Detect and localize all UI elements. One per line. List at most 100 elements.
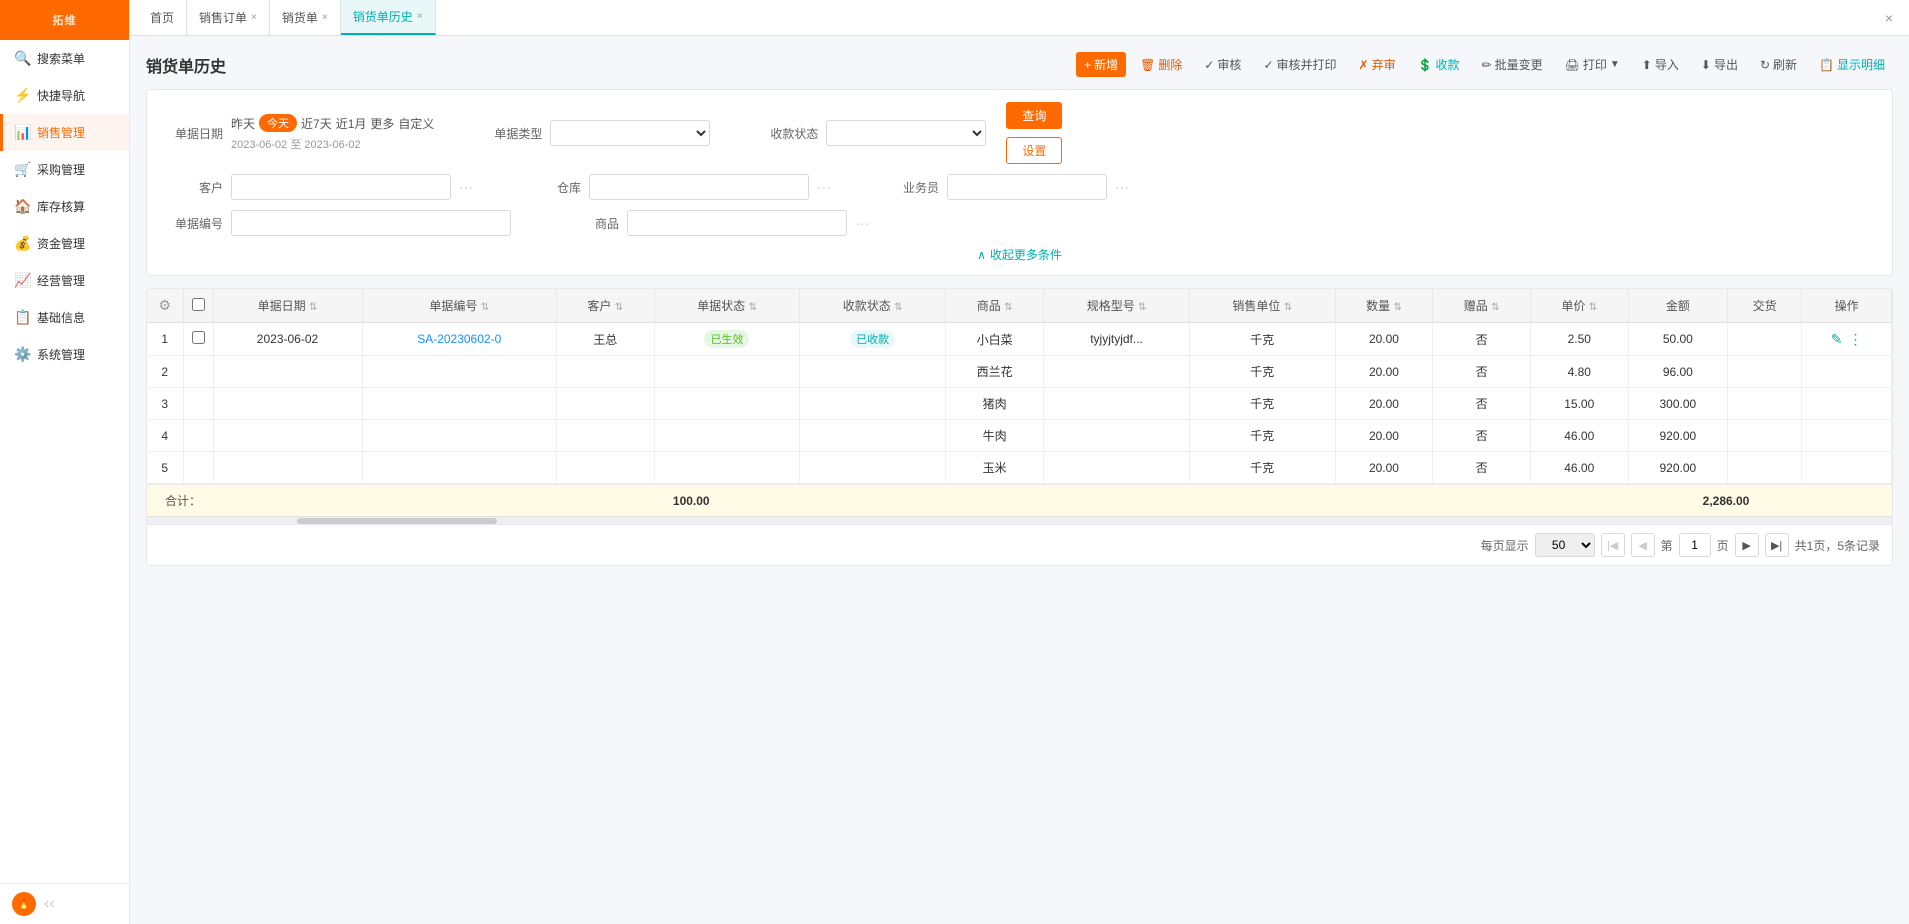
sidebar-item-label: 销售管理: [37, 124, 85, 141]
show-detail-label: 显示明细: [1837, 56, 1885, 73]
pay-status-select[interactable]: [826, 120, 986, 146]
sort-qty-icon[interactable]: ⇅: [1393, 302, 1401, 313]
filter-row-2: 客户 ··· 仓库 ··· 业务员 ···: [163, 174, 1876, 200]
doc-no-link[interactable]: SA-20230602-0: [417, 332, 501, 346]
export-button[interactable]: ⬇ 导出: [1693, 52, 1746, 77]
next-page-button[interactable]: ▶: [1735, 533, 1759, 557]
tab-invoice-close[interactable]: ×: [322, 12, 328, 23]
collect-button[interactable]: 💲 收款: [1410, 52, 1468, 77]
page-size-select[interactable]: 50 100 200: [1535, 533, 1595, 557]
batch-change-button[interactable]: ✏ 批量变更: [1474, 52, 1551, 77]
cell-price: 46.00: [1530, 420, 1628, 452]
close-all-tabs[interactable]: ×: [1877, 10, 1901, 26]
sidebar-item-basic-info[interactable]: 📋 基础信息: [0, 299, 129, 336]
finance-icon: 💰: [15, 236, 31, 252]
cell-doc-no: [362, 388, 556, 420]
sort-spec-icon[interactable]: ⇅: [1138, 302, 1146, 313]
first-page-button[interactable]: |◀: [1601, 533, 1625, 557]
select-all-checkbox[interactable]: [192, 298, 205, 311]
sidebar: 拓维 🔍 搜索菜单 ⚡ 快捷导航 📊 销售管理 🛒 采购管理 🏠 库存核算 💰 …: [0, 0, 130, 924]
sidebar-item-quick-nav[interactable]: ⚡ 快捷导航: [0, 77, 129, 114]
customer-dots[interactable]: ···: [459, 179, 473, 195]
edit-icon[interactable]: ✎: [1831, 331, 1843, 348]
sort-doc-no-icon[interactable]: ⇅: [481, 302, 489, 313]
date-more[interactable]: 更多: [370, 115, 394, 132]
tab-home[interactable]: 首页: [138, 0, 187, 35]
table-settings-icon[interactable]: ⚙: [158, 297, 171, 313]
prev-page-button[interactable]: ◀: [1631, 533, 1655, 557]
date-yesterday[interactable]: 昨天: [231, 115, 255, 132]
audit-print-label: 审核并打印: [1277, 56, 1337, 73]
tab-invoice[interactable]: 销货单 ×: [270, 0, 341, 35]
sort-goods-icon[interactable]: ⇅: [1004, 302, 1012, 313]
tab-sales-order-close[interactable]: ×: [251, 12, 257, 23]
import-button[interactable]: ⬆ 导入: [1634, 52, 1687, 77]
last-page-button[interactable]: ▶|: [1765, 533, 1789, 557]
page-number-input[interactable]: [1679, 533, 1711, 557]
tab-invoice-history-close[interactable]: ×: [417, 11, 423, 22]
audit-print-button[interactable]: ✓ 审核并打印: [1255, 52, 1344, 77]
new-button[interactable]: + 新增: [1076, 52, 1126, 77]
audit-button[interactable]: ✓ 审核: [1196, 52, 1249, 77]
staff-dots[interactable]: ···: [1115, 179, 1129, 195]
sidebar-item-inventory[interactable]: 🏠 库存核算: [0, 188, 129, 225]
doc-type-select[interactable]: [550, 120, 710, 146]
tab-invoice-history[interactable]: 销货单历史 ×: [341, 0, 436, 35]
collapse-button[interactable]: ∧ 收起更多条件: [163, 246, 1876, 263]
cell-action: ✎ ⋮: [1802, 323, 1892, 356]
sidebar-collapse-btn[interactable]: ‹‹: [44, 895, 55, 913]
revoke-button[interactable]: ✗ 弃审: [1351, 52, 1404, 77]
col-spec-label: 规格型号: [1087, 299, 1135, 313]
cell-spec: [1044, 452, 1190, 484]
goods-input[interactable]: [627, 210, 847, 236]
date-custom[interactable]: 自定义: [398, 115, 434, 132]
tab-sales-order[interactable]: 销售订单 ×: [187, 0, 270, 35]
date-1month[interactable]: 近1月: [336, 115, 367, 132]
sort-gift-icon[interactable]: ⇅: [1491, 302, 1499, 313]
refresh-button[interactable]: ↻ 刷新: [1752, 52, 1805, 77]
query-button[interactable]: 查询: [1006, 102, 1062, 129]
delete-button[interactable]: 🗑 删除: [1132, 52, 1190, 77]
sidebar-item-sys-mgmt[interactable]: ⚙️ 系统管理: [0, 336, 129, 373]
col-amount: 金额: [1628, 289, 1728, 323]
sidebar-item-sales[interactable]: 📊 销售管理: [0, 114, 129, 151]
sort-doc-status-icon[interactable]: ⇅: [748, 302, 756, 313]
cell-qty: 20.00: [1335, 452, 1433, 484]
sys-mgmt-icon: ⚙️: [15, 347, 31, 363]
cell-doc-status: [654, 420, 800, 452]
sidebar-item-purchase[interactable]: 🛒 采购管理: [0, 151, 129, 188]
set-button[interactable]: 设置: [1006, 137, 1062, 164]
import-label: 导入: [1655, 56, 1679, 73]
sort-price-icon[interactable]: ⇅: [1589, 302, 1597, 313]
row-checkbox[interactable]: [192, 331, 205, 344]
cell-spec: tyjyjtyjdf...: [1044, 323, 1190, 356]
more-icon[interactable]: ⋮: [1848, 331, 1862, 348]
user-avatar[interactable]: 🔥: [12, 892, 36, 916]
sort-pay-status-icon[interactable]: ⇅: [894, 302, 902, 313]
export-label: 导出: [1714, 56, 1738, 73]
sidebar-item-finance[interactable]: 💰 资金管理: [0, 225, 129, 262]
print-button[interactable]: 🖨 打印 ▼: [1557, 52, 1628, 77]
staff-input[interactable]: [947, 174, 1107, 200]
import-icon: ⬆: [1642, 58, 1652, 72]
doc-no-input[interactable]: [231, 210, 511, 236]
cell-pay-status: [800, 452, 946, 484]
sidebar-item-operations[interactable]: 📈 经营管理: [0, 262, 129, 299]
sidebar-item-search-menu[interactable]: 🔍 搜索菜单: [0, 40, 129, 77]
show-detail-button[interactable]: 📋 显示明细: [1811, 52, 1893, 77]
warehouse-input[interactable]: [589, 174, 809, 200]
date-7days[interactable]: 近7天: [301, 115, 332, 132]
collapse-label: 收起更多条件: [990, 246, 1062, 263]
audit-icon: ✓: [1204, 58, 1214, 72]
date-today[interactable]: 今天: [259, 114, 297, 132]
sort-customer-icon[interactable]: ⇅: [615, 302, 623, 313]
print-icon: 🖨: [1565, 58, 1580, 72]
scrollbar-thumb[interactable]: [297, 518, 497, 524]
sort-date-icon[interactable]: ⇅: [309, 302, 317, 313]
table-row: 5 玉米 千克 20.00 否 46.00 920.00: [147, 452, 1892, 484]
sort-unit-icon[interactable]: ⇅: [1284, 302, 1292, 313]
warehouse-dots[interactable]: ···: [817, 179, 831, 195]
goods-dots[interactable]: ···: [855, 215, 869, 231]
horizontal-scrollbar[interactable]: [147, 516, 1892, 524]
customer-input[interactable]: [231, 174, 451, 200]
